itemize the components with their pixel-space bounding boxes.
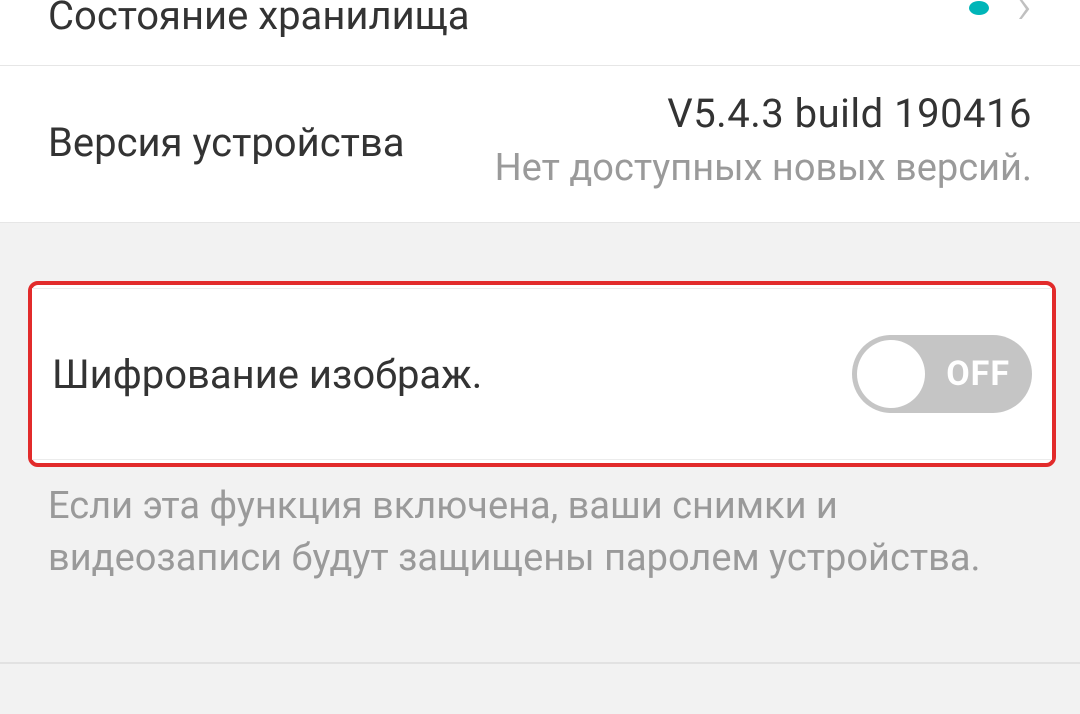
toggle-knob-icon [857, 340, 925, 408]
status-dot-icon [969, 1, 989, 15]
device-version-value-block: V5.4.3 build 190416 Нет доступных новых … [495, 90, 1032, 194]
storage-status-row[interactable]: Состояние хранилища › [0, 0, 1080, 66]
device-version-row[interactable]: Версия устройства V5.4.3 build 190416 Не… [0, 66, 1080, 223]
device-version-label: Версия устройства [48, 119, 405, 166]
storage-status-label: Состояние хранилища [48, 0, 470, 39]
image-encryption-row[interactable]: Шифрование изображ. OFF [32, 288, 1052, 460]
image-encryption-label: Шифрование изображ. [52, 351, 482, 398]
encryption-highlight-box: Шифрование изображ. OFF [28, 281, 1056, 467]
storage-status-indicator: › [969, 0, 1033, 23]
encryption-description: Если эта функция включена, ваши снимки и… [0, 467, 1080, 608]
device-version-status: Нет доступных новых версий. [495, 143, 1032, 194]
device-version-number: V5.4.3 build 190416 [495, 90, 1032, 137]
section-gap-bottom [0, 608, 1080, 664]
image-encryption-toggle[interactable]: OFF [852, 335, 1032, 413]
chevron-right-icon: › [1017, 0, 1033, 19]
section-gap [0, 223, 1080, 281]
toggle-state-text: OFF [946, 354, 1010, 394]
